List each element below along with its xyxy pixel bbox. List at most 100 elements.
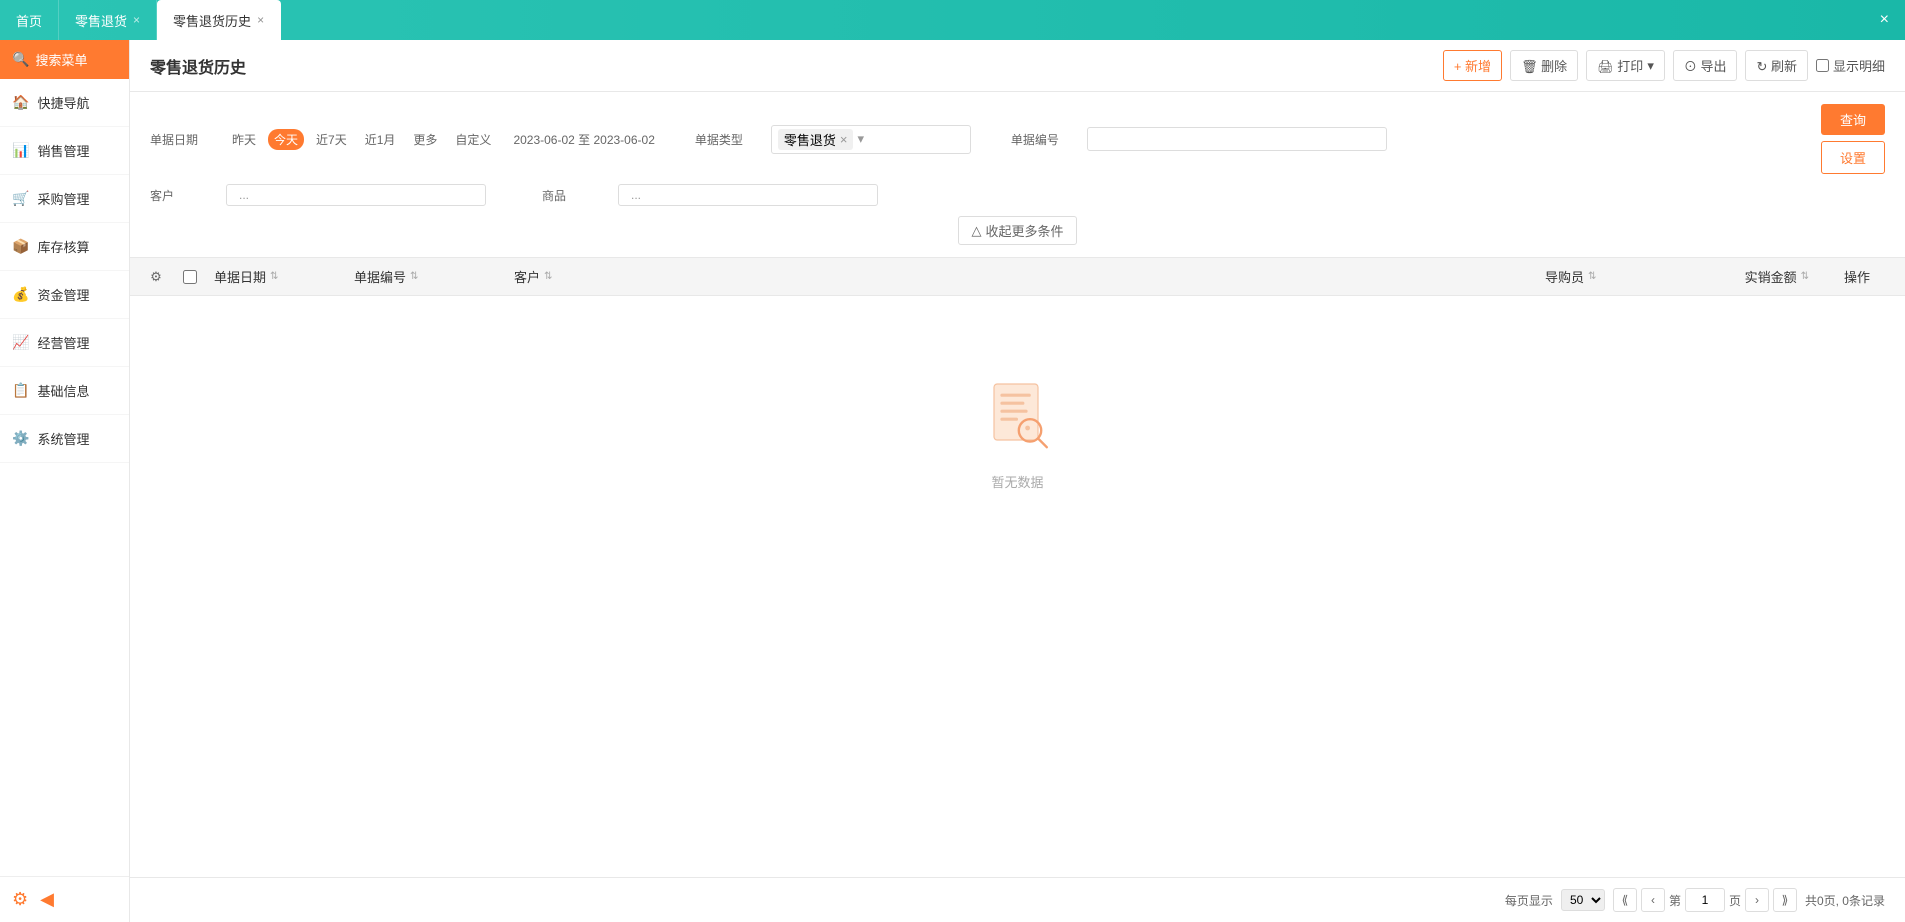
sidebar-item-inventory-label: 库存核算 xyxy=(37,237,89,256)
tab-retail-return-history-close[interactable]: × xyxy=(257,13,264,27)
th-ops: 操作 xyxy=(1817,267,1897,286)
show-detail-checkbox[interactable] xyxy=(1816,59,1829,72)
new-button[interactable]: + 新增 xyxy=(1443,50,1502,81)
sidebar-item-sales[interactable]: 📊 销售管理 xyxy=(0,127,129,175)
th-number-label: 单据编号 xyxy=(354,267,406,286)
page-suffix: 页 xyxy=(1729,892,1741,909)
date-more[interactable]: 更多 xyxy=(407,129,443,150)
th-customer[interactable]: 客户 ⇅ xyxy=(506,267,1537,286)
type-filter-remove[interactable]: × xyxy=(840,132,848,147)
show-detail-checkbox-label[interactable]: 显示明细 xyxy=(1816,56,1885,75)
th-date-label: 单据日期 xyxy=(214,267,266,286)
th-guide[interactable]: 导购员 ⇅ xyxy=(1537,267,1697,286)
sidebar-item-operation[interactable]: 📈 经营管理 xyxy=(0,319,129,367)
filter-row-2: 客户 ... 商品 ... xyxy=(150,184,1885,206)
sidebar-item-quick-nav[interactable]: 🏠 快捷导航 xyxy=(0,79,129,127)
print-dropdown-icon: ▾ xyxy=(1647,58,1654,74)
filter-settings-button[interactable]: 设置 xyxy=(1821,141,1885,174)
collapse-label: 收起更多条件 xyxy=(985,221,1063,240)
per-page-select[interactable]: 50 xyxy=(1561,889,1605,911)
th-guide-sort: ⇅ xyxy=(1588,271,1596,282)
filter-settings-label: 设置 xyxy=(1840,151,1866,166)
print-button[interactable]: 🖨 打印 ▾ xyxy=(1586,50,1665,81)
tab-list: 首页 零售退货 × 零售退货历史 × xyxy=(0,0,1864,40)
th-customer-sort: ⇅ xyxy=(544,271,552,282)
next-page-button[interactable]: › xyxy=(1745,888,1769,912)
table-section: ⚙ 单据日期 ⇅ 单据编号 ⇅ 客户 ⇅ 导购员 ⇅ xyxy=(130,258,1905,877)
table-header: ⚙ 单据日期 ⇅ 单据编号 ⇅ 客户 ⇅ 导购员 ⇅ xyxy=(130,258,1905,296)
customer-label: 客户 xyxy=(150,187,210,204)
purchase-icon: 🛒 xyxy=(12,190,29,207)
date-yesterday[interactable]: 昨天 xyxy=(226,129,262,150)
collapse-icon: △ xyxy=(971,223,981,239)
tab-retail-return-label: 零售退货 xyxy=(75,11,127,30)
sidebar-item-operation-label: 经营管理 xyxy=(37,333,89,352)
table-select-all[interactable] xyxy=(174,270,206,284)
date-today[interactable]: 今天 xyxy=(268,129,304,150)
sidebar-item-inventory[interactable]: 📦 库存核算 xyxy=(0,223,129,271)
th-date-sort: ⇅ xyxy=(270,271,278,282)
basic-info-icon: 📋 xyxy=(12,382,29,399)
select-all-checkbox[interactable] xyxy=(183,270,197,284)
th-number-sort: ⇅ xyxy=(410,271,418,282)
settings-bottom-icon[interactable]: ⚙ xyxy=(12,889,28,910)
date-custom[interactable]: 自定义 xyxy=(449,129,497,150)
last-page-button[interactable]: ⟫ xyxy=(1773,888,1797,912)
sidebar-search[interactable]: 🔍 搜索菜单 xyxy=(0,40,129,79)
collapse-filters-button[interactable]: △ 收起更多条件 xyxy=(958,216,1076,245)
sidebar-item-finance[interactable]: 💰 资金管理 xyxy=(0,271,129,319)
filter-section: 单据日期 昨天 今天 近7天 近1月 更多 自定义 2023-06-02 至 2… xyxy=(130,92,1905,258)
tab-home[interactable]: 首页 xyxy=(0,0,59,40)
th-ops-label: 操作 xyxy=(1844,267,1870,286)
search-icon: 🔍 xyxy=(12,51,29,68)
finance-icon: 💰 xyxy=(12,286,29,303)
print-button-label: 🖨 打印 xyxy=(1597,56,1643,75)
date-7days[interactable]: 近7天 xyxy=(310,129,353,150)
th-amount-label: 实销金额 xyxy=(1745,267,1797,286)
filter-row-1: 单据日期 昨天 今天 近7天 近1月 更多 自定义 2023-06-02 至 2… xyxy=(150,104,1885,174)
th-customer-label: 客户 xyxy=(514,267,540,286)
number-label: 单据编号 xyxy=(1011,131,1071,148)
goods-filter-container[interactable]: ... xyxy=(618,184,878,206)
prev-page-button[interactable]: ‹ xyxy=(1641,888,1665,912)
th-date[interactable]: 单据日期 ⇅ xyxy=(206,267,346,286)
tab-retail-return[interactable]: 零售退货 × xyxy=(59,0,157,40)
tab-home-label: 首页 xyxy=(16,11,42,30)
sidebar-item-basic-info-label: 基础信息 xyxy=(37,381,89,400)
sidebar-item-basic-info[interactable]: 📋 基础信息 xyxy=(0,367,129,415)
page-header: 零售退货历史 + 新增 🗑 删除 🖨 打印 ▾ ⊙ 导出 ↻ 刷新 xyxy=(130,40,1905,92)
tab-retail-return-close[interactable]: × xyxy=(133,13,140,27)
page-title: 零售退货历史 xyxy=(150,54,246,78)
inventory-icon: 📦 xyxy=(12,238,29,255)
collapse-sidebar-icon[interactable]: ◀ xyxy=(40,889,54,910)
customer-filter-container[interactable]: ... xyxy=(226,184,486,206)
sidebar-item-system[interactable]: ⚙️ 系统管理 xyxy=(0,415,129,463)
type-filter-tag: 零售退货 × xyxy=(778,129,854,150)
refresh-button[interactable]: ↻ 刷新 xyxy=(1745,50,1808,81)
th-amount[interactable]: 实销金额 ⇅ xyxy=(1697,267,1817,286)
query-button[interactable]: 查询 xyxy=(1821,104,1885,135)
header-actions: + 新增 🗑 删除 🖨 打印 ▾ ⊙ 导出 ↻ 刷新 显示明细 xyxy=(1443,50,1885,81)
sidebar-item-purchase[interactable]: 🛒 采购管理 xyxy=(0,175,129,223)
export-button[interactable]: ⊙ 导出 xyxy=(1673,50,1738,81)
per-page-label: 每页显示 xyxy=(1505,892,1553,909)
date-1month[interactable]: 近1月 xyxy=(359,129,402,150)
page-number-input[interactable] xyxy=(1685,888,1725,912)
delete-button[interactable]: 🗑 删除 xyxy=(1510,50,1578,81)
number-input[interactable] xyxy=(1087,127,1387,151)
empty-state: 暂无数据 xyxy=(130,296,1905,571)
table-settings-icon[interactable]: ⚙ xyxy=(138,269,174,285)
query-button-label: 查询 xyxy=(1840,113,1866,128)
tab-retail-return-history[interactable]: 零售退货历史 × xyxy=(157,0,281,40)
type-filter-container[interactable]: 零售退货 × ▾ xyxy=(771,125,971,154)
goods-label: 商品 xyxy=(542,187,602,204)
export-button-label: ⊙ 导出 xyxy=(1684,56,1727,75)
total-info: 共0页, 0条记录 xyxy=(1805,892,1885,909)
date-range-display: 2023-06-02 至 2023-06-02 xyxy=(513,131,654,148)
th-number[interactable]: 单据编号 ⇅ xyxy=(346,267,506,286)
main-layout: 🔍 搜索菜单 🏠 快捷导航 📊 销售管理 🛒 采购管理 📦 库存核算 💰 资金管… xyxy=(0,40,1905,922)
page-label: 第 xyxy=(1669,892,1681,909)
sidebar: 🔍 搜索菜单 🏠 快捷导航 📊 销售管理 🛒 采购管理 📦 库存核算 💰 资金管… xyxy=(0,40,130,922)
first-page-button[interactable]: ⟪ xyxy=(1613,888,1637,912)
window-close-button[interactable]: × xyxy=(1864,11,1905,29)
